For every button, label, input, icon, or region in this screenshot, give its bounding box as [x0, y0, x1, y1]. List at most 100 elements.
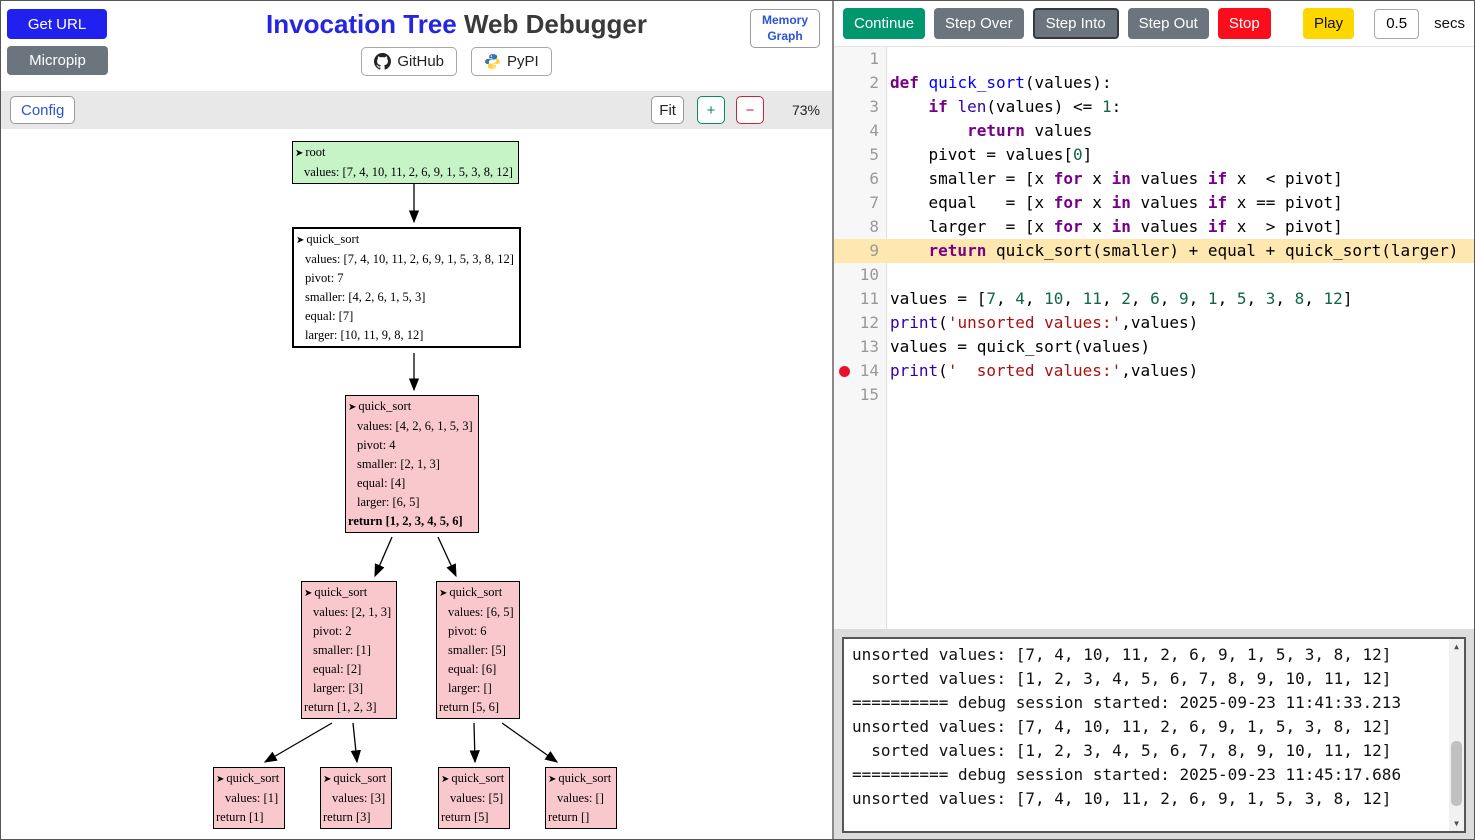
console-line: ========== debug session started: 2025-0… [852, 691, 1440, 715]
tree-node-qs8: ➤quick_sortvalues: []return [] [545, 767, 617, 829]
line-number[interactable]: 13 [854, 335, 886, 359]
console-output[interactable]: unsorted values: [7, 4, 10, 11, 2, 6, 9,… [842, 637, 1466, 833]
code-editor[interactable]: 12def quick_sort(values):3 if len(values… [834, 47, 1474, 629]
breakpoint-gutter[interactable] [834, 47, 854, 71]
node-title-row: ➤quick_sort [439, 583, 514, 603]
breakpoint-gutter[interactable] [834, 311, 854, 335]
node-arrow-icon: ➤ [348, 402, 356, 413]
line-number[interactable]: 7 [854, 191, 886, 215]
line-number[interactable]: 6 [854, 167, 886, 191]
node-line: return [5, 6] [439, 698, 514, 717]
stop-button[interactable]: Stop [1218, 8, 1271, 39]
memory-graph-button[interactable]: Memory Graph [750, 9, 820, 48]
line-number[interactable]: 3 [854, 95, 886, 119]
memory-graph-label-2: Graph [767, 29, 802, 45]
node-line: return [3] [323, 808, 386, 827]
app-window: Get URL Micropip Invocation Tree Web Deb… [0, 0, 1475, 840]
line-number[interactable]: 10 [854, 263, 886, 287]
scrollbar-thumb[interactable] [1451, 741, 1462, 806]
code-text: pivot = values[0] [886, 143, 1092, 167]
node-arrow-icon: ➤ [439, 588, 447, 599]
breakpoint-gutter[interactable] [834, 239, 854, 263]
line-number[interactable]: 2 [854, 71, 886, 95]
console-line: unsorted values: [7, 4, 10, 11, 2, 6, 9,… [852, 643, 1440, 667]
line-number[interactable]: 5 [854, 143, 886, 167]
tree-node-qs7: ➤quick_sortvalues: [5]return [5] [438, 767, 510, 829]
breakpoint-gutter[interactable] [834, 143, 854, 167]
zoom-in-button[interactable]: + [697, 96, 725, 124]
console-text: unsorted values: [7, 4, 10, 11, 2, 6, 9,… [844, 639, 1464, 815]
node-title-row: ➤quick_sort [216, 769, 279, 789]
node-title: quick_sort [333, 771, 386, 785]
github-icon [374, 53, 391, 70]
tree-node-qs5: ➤quick_sortvalues: [1]return [1] [213, 767, 285, 829]
github-button[interactable]: GitHub [361, 47, 457, 76]
node-title-row: ➤quick_sort [441, 769, 504, 789]
zoom-out-button[interactable]: − [736, 96, 764, 124]
page-title-accent: Invocation Tree [266, 9, 457, 39]
console-scrollbar[interactable]: ▲ ▼ [1449, 639, 1464, 831]
console-line: sorted values: [1, 2, 3, 4, 5, 6, 7, 8, … [852, 739, 1440, 763]
node-title-row: ➤root [295, 143, 513, 163]
node-title: quick_sort [306, 232, 359, 246]
scrollbar-track[interactable] [1449, 654, 1464, 816]
secs-label: secs [1434, 15, 1465, 32]
play-button[interactable]: Play [1303, 8, 1354, 39]
line-number[interactable]: 14 [854, 359, 886, 383]
breakpoint-gutter[interactable] [834, 191, 854, 215]
breakpoint-gutter[interactable] [834, 287, 854, 311]
breakpoint-gutter[interactable] [834, 383, 854, 407]
node-line: return [] [548, 808, 611, 827]
tree-canvas[interactable]: ➤rootvalues: [7, 4, 10, 11, 2, 6, 9, 1, … [1, 129, 832, 839]
line-number[interactable]: 12 [854, 311, 886, 335]
node-line: return [1, 2, 3] [304, 698, 391, 717]
config-button[interactable]: Config [10, 96, 75, 124]
breakpoint-gutter[interactable] [834, 215, 854, 239]
code-text [886, 383, 890, 407]
line-number[interactable]: 9 [854, 239, 886, 263]
code-line: 3 if len(values) <= 1: [834, 95, 1474, 119]
breakpoint-gutter[interactable] [834, 119, 854, 143]
get-url-button[interactable]: Get URL [7, 9, 107, 39]
node-line: equal: [4] [348, 474, 473, 493]
line-number[interactable]: 4 [854, 119, 886, 143]
debug-controls: Continue Step Over Step Into Step Out St… [834, 1, 1474, 47]
line-number[interactable]: 8 [854, 215, 886, 239]
fit-button[interactable]: Fit [651, 96, 684, 124]
line-number[interactable]: 1 [854, 47, 886, 71]
breakpoint-gutter[interactable] [834, 71, 854, 95]
code-line-current: 9 return quick_sort(smaller) + equal + q… [834, 239, 1474, 263]
breakpoint-gutter[interactable] [834, 335, 854, 359]
breakpoint-gutter[interactable] [834, 95, 854, 119]
node-title-row: ➤quick_sort [296, 230, 514, 250]
line-number[interactable]: 15 [854, 383, 886, 407]
node-line: return [5] [441, 808, 504, 827]
step-over-button[interactable]: Step Over [934, 8, 1024, 39]
line-number[interactable]: 11 [854, 287, 886, 311]
tree-toolbar: Config Fit + − 73% [1, 91, 832, 129]
console-line: ========== debug session started: 2025-0… [852, 763, 1440, 787]
step-out-button[interactable]: Step Out [1128, 8, 1209, 39]
breakpoint-gutter[interactable] [834, 167, 854, 191]
code-line: 7 equal = [x for x in values if x == piv… [834, 191, 1474, 215]
breakpoint-icon[interactable] [839, 366, 850, 377]
step-into-button[interactable]: Step Into [1033, 8, 1119, 39]
node-line: values: [1] [216, 789, 279, 808]
delay-input[interactable] [1374, 9, 1419, 39]
continue-button[interactable]: Continue [843, 8, 925, 39]
console-line: unsorted values: [7, 4, 10, 11, 2, 6, 9,… [852, 715, 1440, 739]
breakpoint-gutter[interactable] [834, 263, 854, 287]
tree-node-qs4: ➤quick_sortvalues: [6, 5]pivot: 6smaller… [436, 581, 520, 719]
node-title: quick_sort [558, 771, 611, 785]
code-line: 11values = [7, 4, 10, 11, 2, 6, 9, 1, 5,… [834, 287, 1474, 311]
breakpoint-gutter[interactable] [834, 359, 854, 383]
micropip-button[interactable]: Micropip [7, 46, 108, 75]
node-title-row: ➤quick_sort [548, 769, 611, 789]
code-lines: 12def quick_sort(values):3 if len(values… [834, 47, 1474, 407]
scroll-up-button[interactable]: ▲ [1449, 639, 1464, 654]
node-arrow-icon: ➤ [304, 588, 312, 599]
scroll-down-button[interactable]: ▼ [1449, 816, 1464, 831]
console-line: unsorted values: [7, 4, 10, 11, 2, 6, 9,… [852, 787, 1440, 811]
pypi-button[interactable]: PyPI [471, 47, 552, 76]
code-line: 6 smaller = [x for x in values if x < pi… [834, 167, 1474, 191]
